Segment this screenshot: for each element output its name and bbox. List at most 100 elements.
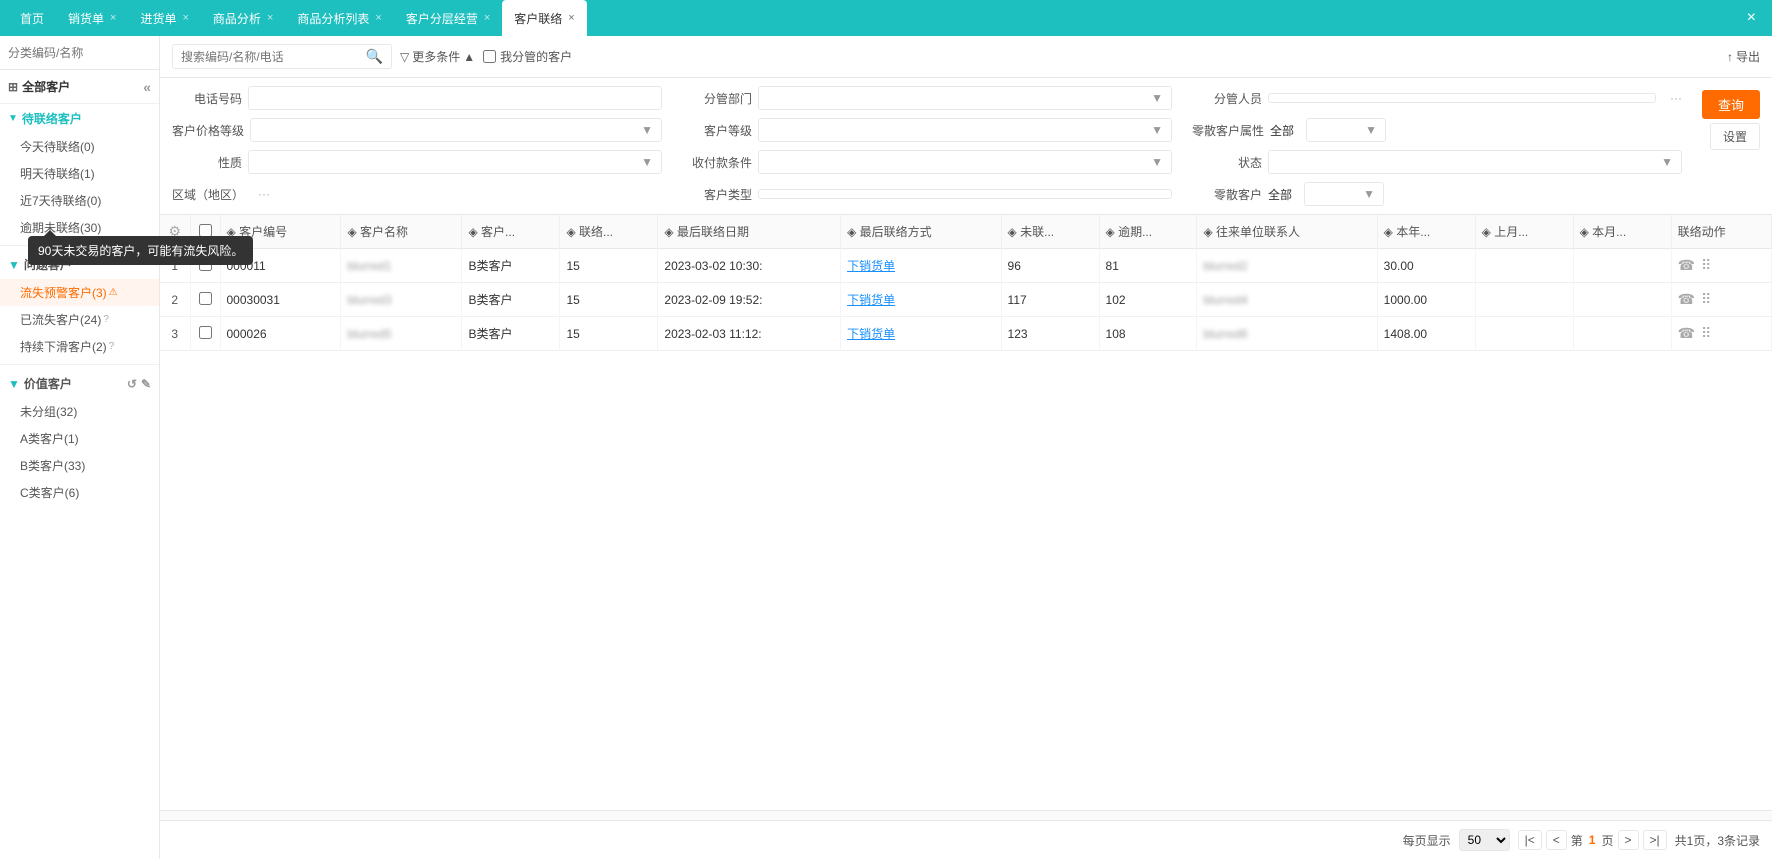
sidebar-item-class-c[interactable]: C类客户(6) [0,479,159,506]
arrow-right-icon: ▼ [8,377,20,391]
filter-select-dept[interactable]: ▼ [758,86,1172,110]
last-method-link[interactable]: 下销货单 [847,327,895,341]
prev-page-btn[interactable]: < [1546,830,1567,850]
sidebar-item-week-pending[interactable]: 近7天待联络(0) [0,187,159,214]
my-customers-checkbox[interactable]: 我分管的客户 [483,48,572,65]
sidebar-item-class-a[interactable]: A类客户(1) [0,425,159,452]
export-btn[interactable]: ↑ 导出 [1727,48,1760,65]
tab-purchase[interactable]: 进货单 × [128,0,200,36]
row-year-amount: 30.00 [1377,249,1475,283]
filter-panel: 电话号码 分管部门 ▼ 分管人员 [160,78,1772,215]
row-last-month [1475,283,1573,317]
filter-select-payment[interactable]: ▼ [758,150,1172,174]
filter-dots-region[interactable]: ··· [258,187,270,201]
last-page-btn[interactable]: >| [1643,830,1667,850]
filter-select-status[interactable]: ▼ [1268,150,1682,174]
tab-sales[interactable]: 销货单 × [56,0,128,36]
tab-product-analysis-close[interactable]: × [267,12,273,24]
row-type: B类客户 [462,283,560,317]
settings-button[interactable]: 设置 [1710,123,1760,150]
row-contact-person: blurred6 [1197,317,1377,351]
filter-input-phone[interactable] [248,86,662,110]
scatter-value: 全部 [1268,186,1292,203]
sidebar-search-input[interactable] [8,46,160,60]
row-name: blurred1 [341,249,462,283]
search-input[interactable] [181,50,366,64]
sidebar-item-overdue[interactable]: 逾期未联络(30) [0,214,159,241]
first-page-btn[interactable]: |< [1518,830,1542,850]
tab-home[interactable]: 首页 [8,0,56,36]
th-overdue: ◈ 逾期... [1099,215,1197,249]
row-checkbox[interactable] [199,292,212,305]
row-actions: ☎ ⠿ [1671,283,1771,317]
more-conditions-btn[interactable]: ▽ 更多条件 ▲ [400,48,475,65]
row-last-method: 下销货单 [841,317,1001,351]
more-actions-icon[interactable]: ⠿ [1701,257,1711,274]
filter-label-customer-grade: 客户等级 [682,122,752,139]
horizontal-scrollbar[interactable] [160,810,1772,820]
page-size-select[interactable]: 50 100 200 [1459,829,1510,851]
filter-select-scatter-attr[interactable]: ▼ [1306,118,1386,142]
last-method-link[interactable]: 下销货单 [847,259,895,273]
tab-customer-contact[interactable]: 客户联络 × [502,0,586,36]
sidebar-item-churned[interactable]: 已流失客户(24) ? [0,306,159,333]
row-this-month [1573,249,1671,283]
row-check[interactable] [190,317,220,351]
tab-sales-close[interactable]: × [110,12,116,24]
sidebar-item-churn-warning[interactable]: 流失预警客户(3) ⚠ [0,279,159,306]
table-row: 1 000011 blurred1 B类客户 15 2023-03-02 10:… [160,249,1772,283]
row-uncontacted: 96 [1001,249,1099,283]
sidebar-item-ungrouped[interactable]: 未分组(32) [0,398,159,425]
contact-icon[interactable]: ☎ [1678,291,1695,308]
my-customers-check[interactable] [483,50,496,63]
sidebar-group-risk-customers: ▼ 问题客户 [0,250,159,279]
question-icon2: ? [109,341,115,352]
row-type: B类客户 [462,249,560,283]
sidebar-collapse-icon[interactable]: « [143,79,151,95]
refresh-icon[interactable]: ↺ [127,377,137,391]
sidebar-all-customers[interactable]: ⊞ 全部客户 « [0,70,159,104]
sidebar-group-pending-contact[interactable]: ▼ 待联络客户 [0,104,159,133]
sidebar-item-today-pending[interactable]: 今天待联络(0) [0,133,159,160]
row-last-date: 2023-02-03 11:12: [658,317,841,351]
filter-select-manager[interactable] [1268,93,1656,103]
tab-product-analysis-list-close[interactable]: × [375,12,381,24]
more-actions-icon[interactable]: ⠿ [1701,325,1711,342]
row-check[interactable] [190,249,220,283]
filter-select-customer-grade[interactable]: ▼ [758,118,1172,142]
chevron-down-icon2: ▼ [641,123,653,137]
last-method-link[interactable]: 下销货单 [847,293,895,307]
contact-icon[interactable]: ☎ [1678,257,1695,274]
filter-select-customer-type[interactable] [758,189,1172,199]
row-checkbox[interactable] [199,326,212,339]
tab-customer-tier-close[interactable]: × [484,12,490,24]
tab-customer-tier[interactable]: 客户分层经营 × [394,0,502,36]
sidebar-item-declining[interactable]: 持续下滑客户(2) ? [0,333,159,360]
sidebar-item-tomorrow-pending[interactable]: 明天待联络(1) [0,160,159,187]
th-last-date: ◈ 最后联络日期 [658,215,841,249]
filter-select-price-level[interactable]: ▼ [250,118,662,142]
gear-icon[interactable]: ⚙ [168,223,181,239]
row-check[interactable] [190,283,220,317]
select-all-checkbox[interactable] [199,224,212,237]
edit-icon[interactable]: ✎ [141,377,151,391]
tab-product-analysis[interactable]: 商品分析 × [201,0,285,36]
row-checkbox[interactable] [199,258,212,271]
contact-icon[interactable]: ☎ [1678,325,1695,342]
next-page-btn[interactable]: > [1618,830,1639,850]
filter-select-nature[interactable]: ▼ [248,150,662,174]
tab-customer-contact-close[interactable]: × [568,12,574,24]
filter-select-scatter[interactable]: ▼ [1304,182,1384,206]
filter-dots-manager[interactable]: ··· [1670,91,1682,105]
query-button[interactable]: 查询 [1702,90,1760,119]
search-icon-btn[interactable]: 🔍 [366,48,383,65]
sidebar-item-class-b[interactable]: B类客户(33) [0,452,159,479]
tab-purchase-close[interactable]: × [182,12,188,24]
row-last-method: 下销货单 [841,249,1001,283]
tab-product-analysis-list[interactable]: 商品分析列表 × [285,0,393,36]
row-overdue: 108 [1099,317,1197,351]
more-actions-icon[interactable]: ⠿ [1701,291,1711,308]
filter-item-manager: 分管人员 ··· [1192,90,1682,107]
window-close-button[interactable]: × [1739,9,1764,27]
filter-item-scatter: 零散客户 全部 ▼ [1192,182,1682,206]
